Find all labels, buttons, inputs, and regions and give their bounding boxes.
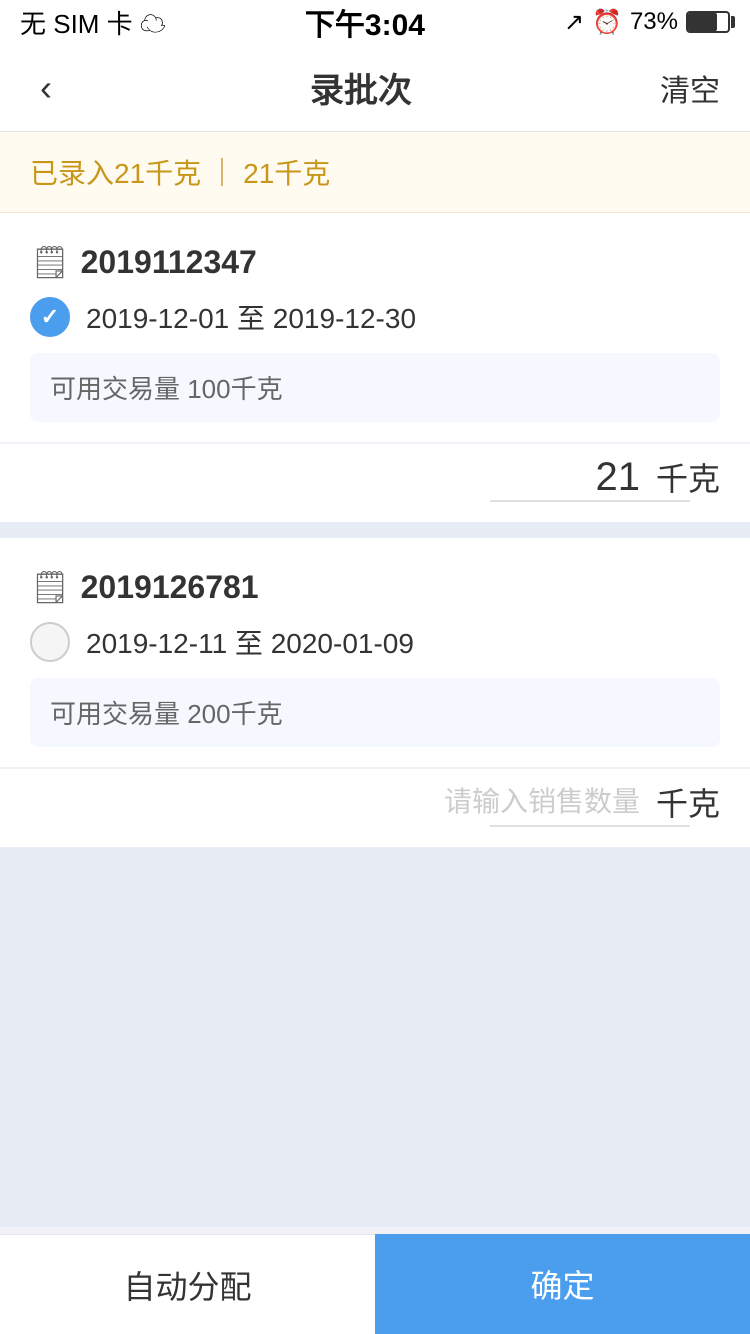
clear-button[interactable]: 清空 — [660, 66, 720, 110]
batch1-quantity-input[interactable] — [520, 455, 640, 500]
status-left: 无 SIM 卡 ☁ — [20, 4, 166, 41]
empty-area — [0, 847, 750, 1227]
batch2-quantity-section: 千克 — [0, 769, 750, 847]
batch2-date: 2019-12-11 至 2020-01-09 — [86, 622, 414, 662]
section-separator — [0, 522, 750, 538]
batch1-id: 2019112347 — [81, 244, 257, 281]
battery-icon — [686, 11, 730, 33]
no-sim-text: 无 SIM 卡 ☁ — [20, 4, 166, 41]
batch2-card: 🗒 2019126781 2019-12-11 至 2020-01-09 可用交… — [0, 538, 750, 767]
location-icon: ↗ — [564, 8, 584, 37]
page-title: 录批次 — [310, 63, 412, 112]
alarm-icon: ⏰ — [592, 8, 622, 37]
batch2-header: 🗒 2019126781 — [30, 568, 720, 606]
batch1-date: 2019-12-01 至 2019-12-30 — [86, 297, 416, 337]
batch1-date-row: 2019-12-01 至 2019-12-30 — [30, 297, 720, 337]
batch1-header: 🗒 2019112347 — [30, 243, 720, 281]
batch1-sep — [490, 500, 690, 502]
batch1-icon: 🗒 — [30, 243, 71, 281]
batch2-date-row: 2019-12-11 至 2020-01-09 — [30, 622, 720, 662]
status-bar: 无 SIM 卡 ☁ 下午3:04 ↗ ⏰ 73% — [0, 0, 750, 44]
batch2-available: 可用交易量 200千克 — [30, 678, 720, 747]
batch2-id: 2019126781 — [81, 569, 259, 606]
batch2-unit: 千克 — [656, 779, 720, 825]
batch2-sep — [490, 825, 690, 827]
nav-bar: ‹ 录批次 清空 — [0, 44, 750, 132]
batch1-available: 可用交易量 100千克 — [30, 353, 720, 422]
batch1-quantity-section: 千克 — [0, 444, 750, 522]
confirm-button[interactable]: 确定 — [375, 1234, 750, 1334]
status-time: 下午3:04 — [305, 0, 425, 44]
info-divider — [221, 158, 223, 186]
back-button[interactable]: ‹ — [30, 57, 62, 119]
total-amount: 21千克 — [243, 152, 330, 192]
batch1-radio[interactable] — [30, 297, 70, 337]
info-banner: 已录入21千克 21千克 — [0, 132, 750, 213]
recorded-amount: 已录入21千克 — [30, 152, 201, 192]
batch2-radio[interactable] — [30, 622, 70, 662]
batch2-icon: 🗒 — [30, 568, 71, 606]
auto-distribute-button[interactable]: 自动分配 — [0, 1234, 375, 1334]
batch1-card: 🗒 2019112347 2019-12-01 至 2019-12-30 可用交… — [0, 213, 750, 442]
battery-percent: 73% — [630, 8, 678, 36]
batch1-unit: 千克 — [656, 454, 720, 500]
status-right: ↗ ⏰ 73% — [564, 8, 730, 37]
bottom-bar: 自动分配 确定 — [0, 1234, 750, 1334]
batch2-quantity-input[interactable] — [380, 786, 640, 818]
